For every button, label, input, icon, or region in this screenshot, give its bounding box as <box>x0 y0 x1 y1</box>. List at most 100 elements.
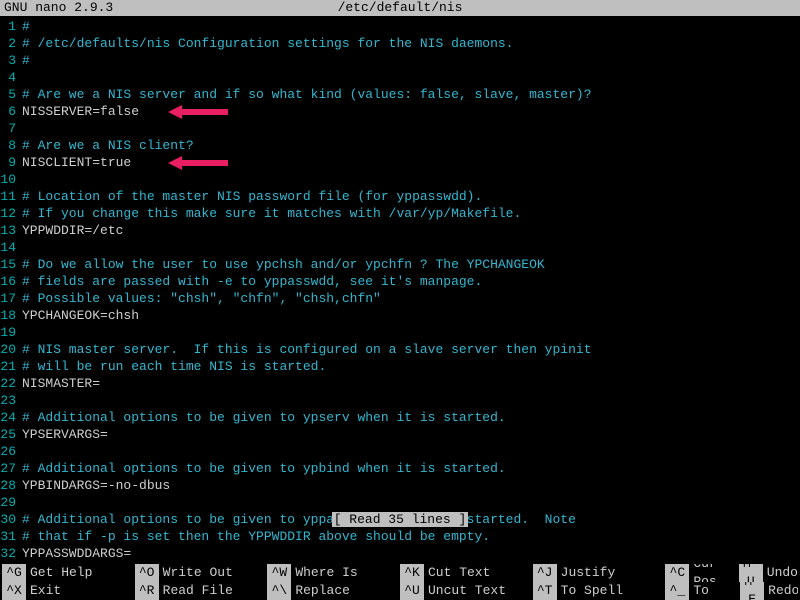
annotation-arrow-icon <box>168 105 228 119</box>
line-number: 1 <box>0 18 18 35</box>
line-number: 21 <box>0 358 18 375</box>
line-number: 10 <box>0 171 18 188</box>
line-number: 32 <box>0 545 18 562</box>
code-line[interactable] <box>22 171 800 188</box>
code-line[interactable] <box>22 392 800 409</box>
line-number: 4 <box>0 69 18 86</box>
code-line[interactable]: # If you change this make sure it matche… <box>22 205 800 222</box>
code-line[interactable]: YPSERVARGS= <box>22 426 800 443</box>
code-line[interactable]: # Additional options to be given to ypse… <box>22 409 800 426</box>
shortcut-item[interactable]: ^RRead File <box>135 582 268 600</box>
shortcut-item[interactable]: ^\Replace <box>267 582 400 600</box>
shortcut-item[interactable]: ^JJustify <box>533 564 666 582</box>
code-line[interactable] <box>22 494 800 511</box>
shortcut-item[interactable]: ^XExit <box>2 582 135 600</box>
code-line[interactable] <box>22 120 800 137</box>
code-line[interactable]: # Do we allow the user to use ypchsh and… <box>22 256 800 273</box>
code-line[interactable]: # Are we a NIS server and if so what kin… <box>22 86 800 103</box>
shortcut-key: ^G <box>2 564 26 582</box>
line-number: 12 <box>0 205 18 222</box>
line-number: 15 <box>0 256 18 273</box>
line-number: 28 <box>0 477 18 494</box>
shortcut-bar: ^GGet Help^OWrite Out^WWhere Is^KCut Tex… <box>0 564 800 600</box>
code-line[interactable] <box>22 324 800 341</box>
code-line[interactable]: NISCLIENT=true <box>22 154 800 171</box>
shortcut-key: ^C <box>665 564 689 582</box>
shortcut-item[interactable]: ^GGet Help <box>2 564 135 582</box>
line-number: 26 <box>0 443 18 460</box>
shortcut-label: Where Is <box>295 564 357 582</box>
shortcut-item[interactable]: ^WWhere Is <box>267 564 400 582</box>
code-line[interactable]: # Additional options to be given to ypbi… <box>22 460 800 477</box>
line-number: 13 <box>0 222 18 239</box>
code-line[interactable]: # /etc/defaults/nis Configuration settin… <box>22 35 800 52</box>
annotation-arrow-icon <box>168 156 228 170</box>
code-line[interactable]: YPPWDDIR=/etc <box>22 222 800 239</box>
code-line[interactable]: # that if -p is set then the YPPWDDIR ab… <box>22 528 800 545</box>
code-line[interactable]: # fields are passed with -e to yppasswdd… <box>22 273 800 290</box>
shortcut-key: M-U <box>739 564 763 582</box>
line-number: 18 <box>0 307 18 324</box>
code-line[interactable]: YPBINDARGS=-no-dbus <box>22 477 800 494</box>
shortcut-item[interactable]: ^UUncut Text <box>400 582 533 600</box>
code-line[interactable] <box>22 239 800 256</box>
line-number: 14 <box>0 239 18 256</box>
code-line[interactable]: # NIS master server. If this is configur… <box>22 341 800 358</box>
line-number: 8 <box>0 137 18 154</box>
code-line[interactable] <box>22 69 800 86</box>
line-number: 11 <box>0 188 18 205</box>
shortcut-item[interactable]: ^CCur Pos M-UUndo <box>665 564 798 582</box>
line-number: 5 <box>0 86 18 103</box>
shortcut-key: ^J <box>533 564 557 582</box>
shortcut-item[interactable]: ^OWrite Out <box>135 564 268 582</box>
shortcut-key: ^\ <box>267 582 291 600</box>
line-number: 22 <box>0 375 18 392</box>
code-line[interactable]: # Possible values: "chsh", "chfn", "chsh… <box>22 290 800 307</box>
line-number-gutter: 1234567891011121314151617181920212223242… <box>0 16 18 564</box>
code-line[interactable] <box>22 443 800 460</box>
code-line[interactable]: # <box>22 52 800 69</box>
shortcut-label: Undo <box>767 564 798 582</box>
shortcut-label: Justify <box>561 564 616 582</box>
editor-area[interactable]: 1234567891011121314151617181920212223242… <box>0 16 800 564</box>
code-line[interactable]: # <box>22 18 800 35</box>
app-name: GNU nano 2.9.3 <box>4 0 113 16</box>
shortcut-label: Cur Pos <box>693 564 723 582</box>
code-line[interactable]: YPCHANGEOK=chsh <box>22 307 800 324</box>
shortcut-label: Exit <box>30 582 61 600</box>
shortcut-key: ^_ <box>665 582 689 600</box>
shortcut-label: Uncut Text <box>428 582 506 600</box>
shortcut-key: ^K <box>400 564 424 582</box>
shortcut-label: Get Help <box>30 564 92 582</box>
code-line[interactable]: YPPASSWDDARGS= <box>22 545 800 562</box>
shortcut-key: ^X <box>2 582 26 600</box>
line-number: 25 <box>0 426 18 443</box>
shortcut-item[interactable]: ^KCut Text <box>400 564 533 582</box>
status-bar: [ Read 35 lines ] <box>0 512 800 528</box>
code-line[interactable]: # Are we a NIS client? <box>22 137 800 154</box>
line-number: 7 <box>0 120 18 137</box>
file-path: /etc/default/nis <box>338 0 463 16</box>
line-number: 9 <box>0 154 18 171</box>
shortcut-label: Go To Line <box>693 582 724 600</box>
shortcut-label: Redo <box>768 582 798 600</box>
shortcut-key: M-E <box>740 582 764 600</box>
shortcut-label: Read File <box>163 582 233 600</box>
line-number: 3 <box>0 52 18 69</box>
code-line[interactable]: # will be run each time NIS is started. <box>22 358 800 375</box>
shortcut-label: Replace <box>295 582 350 600</box>
shortcut-label: Cut Text <box>428 564 490 582</box>
shortcut-label: To Spell <box>561 582 623 600</box>
code-line[interactable]: # Location of the master NIS password fi… <box>22 188 800 205</box>
status-message: [ Read 35 lines ] <box>332 512 469 527</box>
line-number: 17 <box>0 290 18 307</box>
code-line[interactable]: NISSERVER=false <box>22 103 800 120</box>
line-number: 29 <box>0 494 18 511</box>
shortcut-item[interactable]: ^TTo Spell <box>533 582 666 600</box>
shortcut-key: ^W <box>267 564 291 582</box>
shortcut-item[interactable]: ^_Go To Line M-ERedo <box>665 582 798 600</box>
code-content[interactable]: ## /etc/defaults/nis Configuration setti… <box>18 16 800 564</box>
code-line[interactable]: NISMASTER= <box>22 375 800 392</box>
line-number: 2 <box>0 35 18 52</box>
shortcut-key: ^R <box>135 582 159 600</box>
